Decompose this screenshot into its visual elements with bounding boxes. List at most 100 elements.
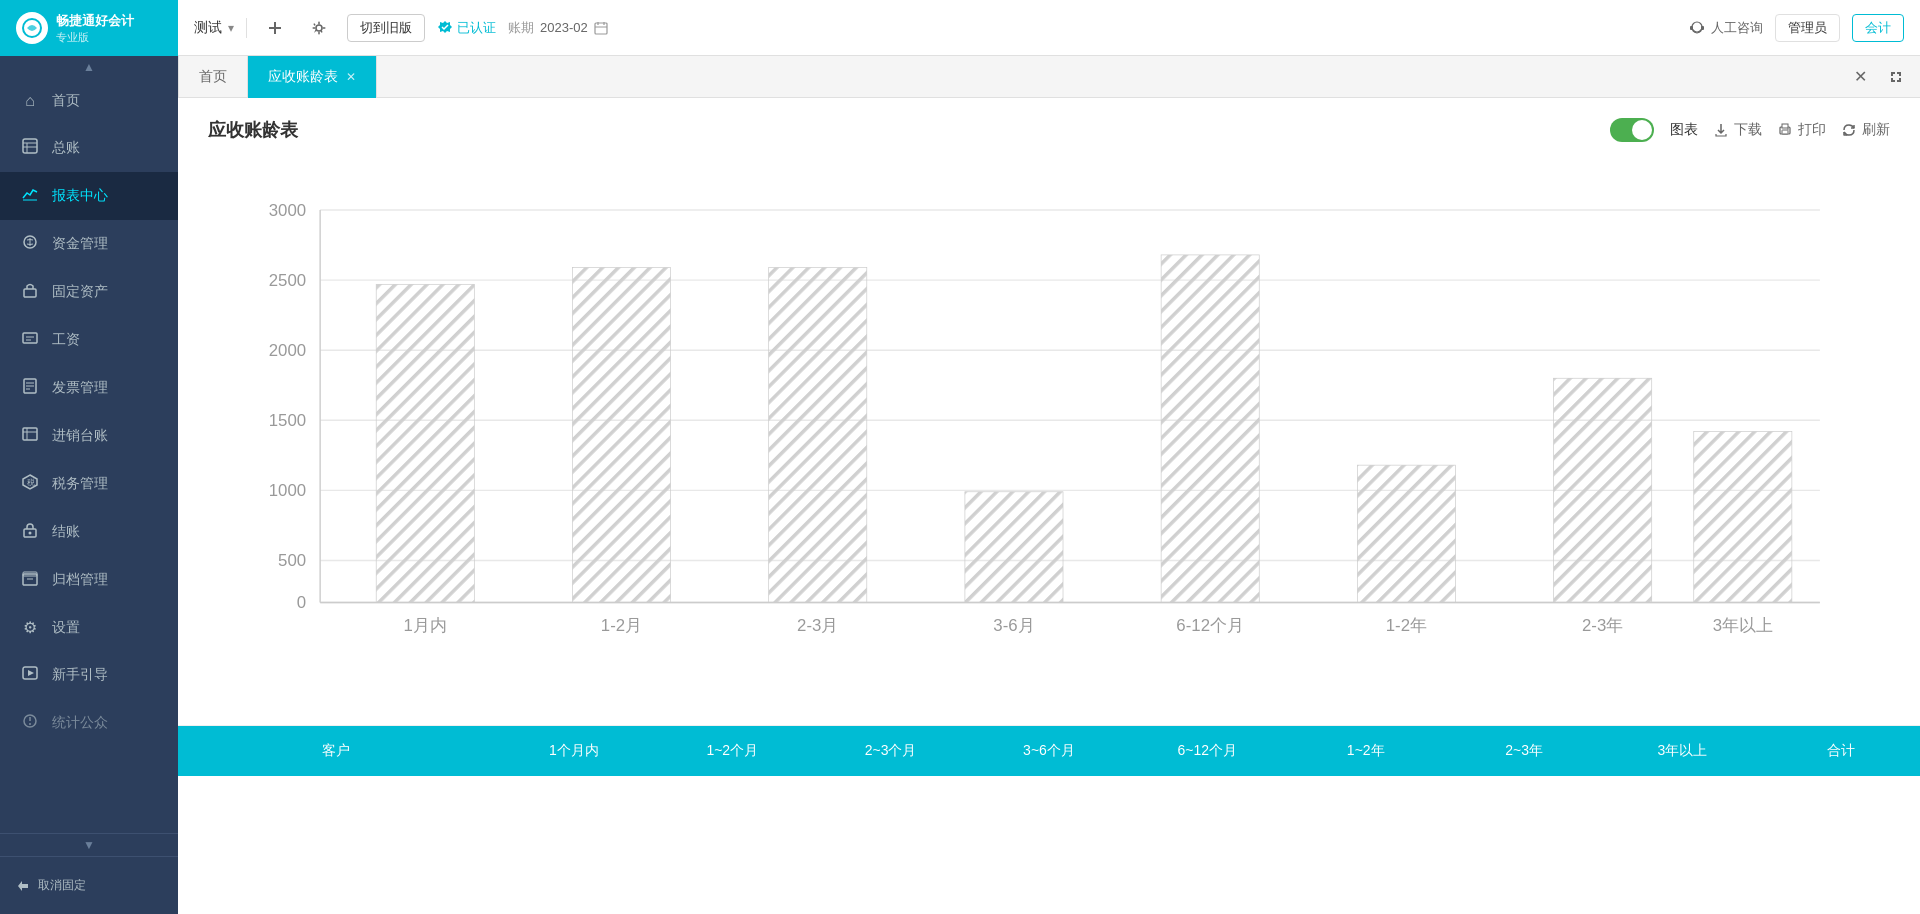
support-btn[interactable]: 人工咨询 [1689, 19, 1763, 37]
tab-close-icon[interactable]: ✕ [1844, 61, 1876, 93]
content-area: 应收账龄表 图表 下载 [178, 98, 1920, 914]
svg-text:1-2月: 1-2月 [601, 616, 642, 635]
sidebar-item-reports[interactable]: 报表中心 [0, 172, 178, 220]
scroll-down-icon[interactable]: ▼ [83, 838, 95, 852]
refresh-icon [1842, 123, 1856, 137]
svg-rect-1 [23, 139, 37, 153]
svg-marker-25 [28, 670, 34, 676]
th-1-2month: 1~2个月 [653, 726, 811, 776]
sidebar-nav: ▲ ⌂ 首页 总账 报表中心 [0, 56, 178, 833]
topbar: 测试 ▾ 切到旧版 已认证 账期 2023-02 [178, 0, 1920, 56]
payroll-icon [20, 330, 40, 350]
ledger-icon [20, 138, 40, 158]
sidebar-item-home[interactable]: ⌂ 首页 [0, 78, 178, 124]
download-icon [1714, 123, 1728, 137]
svg-rect-38 [1690, 26, 1693, 30]
tab-expand-icon[interactable] [1880, 61, 1912, 93]
topbar-divider-1 [246, 18, 247, 38]
th-1month: 1个月内 [495, 726, 653, 776]
svg-rect-61 [572, 268, 670, 603]
header-actions: 图表 下载 [1610, 118, 1890, 142]
svg-text:2-3年: 2-3年 [1582, 616, 1623, 635]
tab-close-btn[interactable]: ✕ [346, 70, 356, 84]
sidebar-item-inout[interactable]: 进销台账 [0, 412, 178, 460]
svg-text:税: 税 [27, 478, 35, 487]
close-accounts-icon [20, 522, 40, 542]
sidebar-item-tax[interactable]: 税 税务管理 [0, 460, 178, 508]
sidebar-item-invoice[interactable]: 发票管理 [0, 364, 178, 412]
th-customer: 客户 [178, 726, 495, 776]
print-btn[interactable]: 打印 [1778, 121, 1826, 139]
tabbar: 首页 应收账龄表 ✕ ✕ [178, 56, 1920, 98]
table-header: 客户 1个月内 1~2个月 2~3个月 3~6个月 6~12个月 1~2年 2~… [178, 726, 1920, 776]
settings-icon: ⚙ [20, 618, 40, 637]
chart-svg: 0 500 1000 1500 2000 2500 3000 [208, 168, 1890, 701]
calendar-icon[interactable] [594, 21, 608, 35]
extra-icon [20, 713, 40, 733]
archive-icon [20, 570, 40, 590]
svg-rect-65 [965, 492, 1063, 603]
tab-aging[interactable]: 应收账龄表 ✕ [248, 56, 377, 98]
tab-home[interactable]: 首页 [178, 56, 248, 98]
logo-icon [16, 12, 48, 44]
tab-corner-btns: ✕ [1844, 61, 1920, 93]
svg-text:1月内: 1月内 [404, 616, 447, 635]
period-info: 账期 2023-02 [508, 19, 608, 37]
svg-rect-69 [1357, 465, 1455, 602]
logo-text: 畅捷通好会计 专业版 [56, 12, 134, 45]
svg-point-28 [29, 723, 31, 725]
chart-toggle-label: 图表 [1670, 121, 1698, 139]
svg-rect-63 [769, 268, 867, 603]
settings-btn[interactable] [303, 12, 335, 44]
sidebar-logo: 畅捷通好会计 专业版 [0, 0, 178, 56]
sidebar-item-assets[interactable]: 固定资产 [0, 268, 178, 316]
sidebar-item-ledger[interactable]: 总账 [0, 124, 178, 172]
role-btn[interactable]: 会计 [1852, 14, 1904, 42]
switch-version-btn[interactable]: 切到旧版 [347, 14, 425, 42]
svg-text:2-3月: 2-3月 [797, 616, 838, 635]
svg-rect-8 [23, 333, 37, 343]
svg-rect-15 [23, 428, 37, 440]
sidebar-item-funds[interactable]: 资金管理 [0, 220, 178, 268]
download-btn[interactable]: 下载 [1714, 121, 1762, 139]
svg-text:3000: 3000 [269, 201, 306, 220]
th-1-2year: 1~2年 [1287, 726, 1445, 776]
sidebar-item-payroll[interactable]: 工资 [0, 316, 178, 364]
invoice-icon [20, 378, 40, 398]
add-btn[interactable] [259, 12, 291, 44]
th-total: 合计 [1762, 726, 1920, 776]
th-3-6month: 3~6个月 [970, 726, 1128, 776]
refresh-btn[interactable]: 刷新 [1842, 121, 1890, 139]
chart-toggle[interactable] [1610, 118, 1654, 142]
sidebar-item-extra[interactable]: 统计公众 [0, 699, 178, 747]
headset-icon [1689, 20, 1705, 36]
sidebar-item-archive[interactable]: 归档管理 [0, 556, 178, 604]
svg-rect-73 [1694, 432, 1792, 603]
home-icon: ⌂ [20, 92, 40, 110]
print-icon [1778, 123, 1792, 137]
svg-text:1500: 1500 [269, 411, 306, 430]
scroll-up-icon[interactable]: ▲ [83, 60, 95, 74]
cancel-fixed-btn[interactable]: 取消固定 [0, 867, 178, 904]
svg-point-20 [29, 532, 32, 535]
svg-rect-33 [595, 23, 607, 34]
verified-badge: 已认证 [437, 19, 496, 37]
svg-text:0: 0 [297, 593, 306, 612]
svg-rect-7 [24, 289, 36, 297]
sidebar-item-settings[interactable]: ⚙ 设置 [0, 604, 178, 651]
sidebar-item-newbie[interactable]: 新手引导 [0, 651, 178, 699]
page-content: 应收账龄表 图表 下载 [178, 98, 1920, 914]
svg-rect-71 [1554, 378, 1652, 602]
company-selector[interactable]: 测试 ▾ [194, 19, 234, 37]
svg-text:6-12个月: 6-12个月 [1176, 616, 1244, 635]
svg-text:1000: 1000 [269, 481, 306, 500]
sidebar-item-close[interactable]: 结账 [0, 508, 178, 556]
topbar-right: 人工咨询 管理员 会计 [1689, 14, 1904, 42]
svg-marker-29 [18, 881, 28, 891]
th-3year-plus: 3年以上 [1603, 726, 1761, 776]
th-2-3year: 2~3年 [1445, 726, 1603, 776]
user-btn[interactable]: 管理员 [1775, 14, 1840, 42]
chevron-down-icon: ▾ [228, 21, 234, 35]
svg-text:3年以上: 3年以上 [1713, 616, 1773, 635]
sidebar-bottom: 取消固定 [0, 856, 178, 914]
